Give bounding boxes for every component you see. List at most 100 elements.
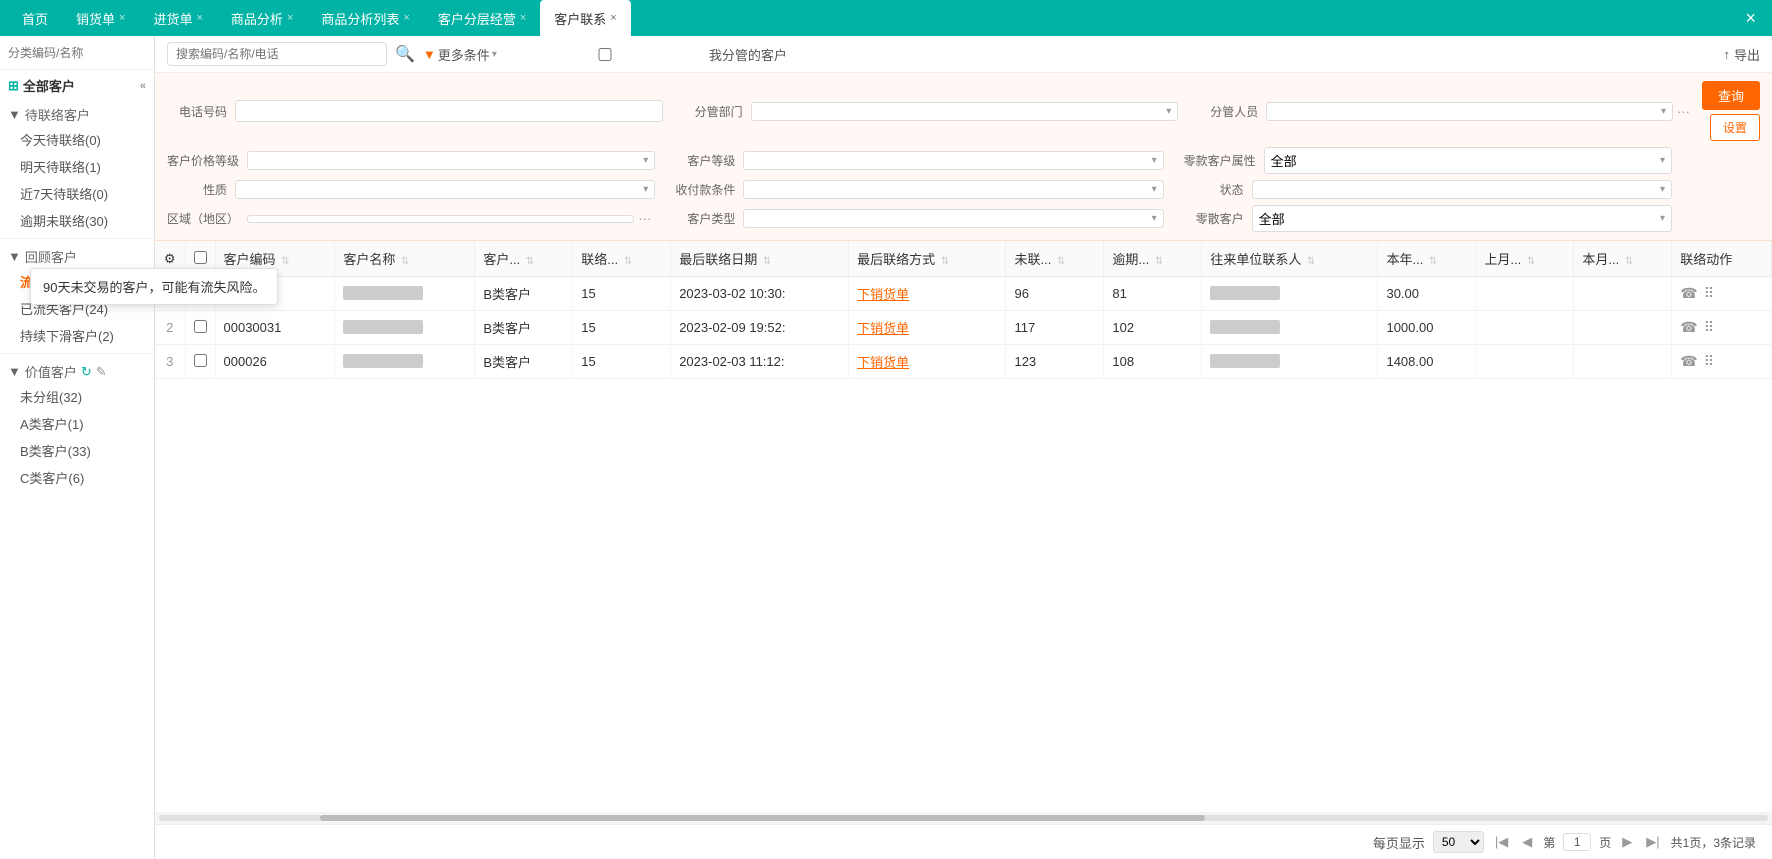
sidebar-item-tomorrow[interactable]: 明天待联络(1) — [0, 153, 154, 180]
sort-this-year-icon[interactable]: ⇅ — [1429, 256, 1437, 267]
row-checkbox-input-1[interactable] — [194, 320, 207, 333]
customer-type-select[interactable]: ▾ — [743, 209, 1163, 228]
sidebar-item-a-class[interactable]: A类客户(1) — [0, 410, 154, 437]
more-conditions-button[interactable]: ▼ 更多条件 ▾ — [423, 45, 497, 64]
sort-code-icon[interactable]: ⇅ — [281, 256, 289, 267]
zero-customer-select[interactable]: 全部 ▾ — [1252, 205, 1672, 232]
query-button[interactable]: 查询 — [1702, 81, 1760, 110]
person-chevron-icon: ▾ — [1661, 106, 1666, 117]
sidebar-item-overdue[interactable]: 逾期未联络(30) — [0, 207, 154, 234]
nav-item-home[interactable]: 首页 — [8, 0, 62, 36]
nav-item-customer-contact[interactable]: 客户联系 × — [540, 0, 630, 36]
action-contact-icon-1[interactable]: ☎ — [1680, 319, 1697, 336]
nav-item-purchase[interactable]: 进货单 × — [139, 0, 216, 36]
close-customer-contact-tab[interactable]: × — [610, 12, 616, 24]
sidebar-search-input[interactable] — [8, 46, 155, 60]
first-page-button[interactable]: |◀ — [1492, 834, 1511, 850]
action-more-icon-0[interactable]: ⠿ — [1704, 285, 1714, 302]
sidebar-item-c-class[interactable]: C类客户(6) — [0, 464, 154, 491]
row-way-2[interactable]: 下销货单 — [849, 345, 1006, 379]
action-contact-icon-0[interactable]: ☎ — [1680, 285, 1697, 302]
row-checkbox-2[interactable] — [185, 345, 215, 379]
row-name-0 — [335, 277, 475, 311]
current-page-input[interactable]: 1 — [1563, 833, 1591, 851]
sidebar: 🔍 ⊞ 全部客户 « ▼ 待联络客户 今天待联络(0) 明天待联络(1) 近7天… — [0, 36, 155, 859]
nav-item-analysis[interactable]: 商品分析 × — [217, 0, 307, 36]
nav-item-customer-segment[interactable]: 客户分层经营 × — [424, 0, 540, 36]
nature-chevron-icon: ▾ — [643, 184, 648, 195]
sort-not-contact-icon[interactable]: ⇅ — [1057, 256, 1065, 267]
nature-select[interactable]: ▾ — [235, 180, 655, 199]
edit-icon[interactable]: ✎ — [96, 364, 107, 380]
sort-contact-person-icon[interactable]: ⇅ — [1307, 256, 1315, 267]
close-window-button[interactable]: × — [1737, 8, 1764, 29]
sidebar-item-7days[interactable]: 近7天待联络(0) — [0, 180, 154, 207]
zero-attr-chevron-icon: ▾ — [1660, 155, 1665, 166]
action-contact-icon-2[interactable]: ☎ — [1680, 353, 1697, 370]
my-customers-checkbox-input[interactable] — [505, 48, 705, 61]
customer-level-select[interactable]: ▾ — [743, 151, 1163, 170]
row-checkbox-input-2[interactable] — [194, 354, 207, 367]
sidebar-item-b-class[interactable]: B类客户(33) — [0, 437, 154, 464]
dept-select[interactable]: ▾ — [751, 102, 1179, 121]
sort-overdue-icon[interactable]: ⇅ — [1155, 256, 1163, 267]
person-more-dots[interactable]: ··· — [1673, 104, 1694, 119]
row-person-1 — [1202, 311, 1378, 345]
select-all-checkbox[interactable] — [194, 251, 207, 264]
value-customers-section[interactable]: ▼ 价值客户 ↻ ✎ — [0, 358, 154, 383]
close-analysis-tab[interactable]: × — [287, 12, 293, 24]
sidebar-item-declining[interactable]: 持续下滑客户(2) — [0, 322, 154, 349]
person-select[interactable]: ▾ — [1266, 102, 1673, 121]
sort-this-month-icon[interactable]: ⇅ — [1625, 256, 1633, 267]
sidebar-item-today[interactable]: 今天待联络(0) — [0, 126, 154, 153]
prev-page-button[interactable]: ◀ — [1519, 834, 1535, 850]
refresh-icon[interactable]: ↻ — [81, 364, 92, 380]
close-sales-tab[interactable]: × — [119, 12, 125, 24]
payment-chevron-icon: ▾ — [1152, 184, 1157, 195]
close-analysis-list-tab[interactable]: × — [403, 12, 409, 24]
row-checkbox-1[interactable] — [185, 311, 215, 345]
next-page-button[interactable]: ▶ — [1619, 834, 1635, 850]
settings-button[interactable]: 设置 — [1710, 114, 1760, 141]
sort-last-month-icon[interactable]: ⇅ — [1527, 256, 1535, 267]
sort-name-icon[interactable]: ⇅ — [401, 256, 409, 267]
zero-attr-select[interactable]: 全部 ▾ — [1264, 147, 1672, 174]
action-more-icon-1[interactable]: ⠿ — [1704, 319, 1714, 336]
nav-item-sales[interactable]: 销货单 × — [62, 0, 139, 36]
close-customer-segment-tab[interactable]: × — [520, 12, 526, 24]
zero-customer-label: 零散客户 — [1184, 210, 1244, 227]
price-level-select[interactable]: ▾ — [247, 151, 655, 170]
row-actions-2: ☎ ⠿ — [1672, 345, 1772, 379]
action-more-icon-2[interactable]: ⠿ — [1704, 353, 1714, 370]
pending-contact-section[interactable]: ▼ 待联络客户 — [0, 101, 154, 126]
review-customers-section[interactable]: ▼ 回顾客户 — [0, 243, 154, 268]
sort-type-icon[interactable]: ⇅ — [526, 256, 534, 267]
sort-contact-num-icon[interactable]: ⇅ — [624, 256, 632, 267]
payment-label: 收付款条件 — [675, 181, 735, 198]
zero-attr-label: 零款客户属性 — [1184, 152, 1256, 169]
last-page-button[interactable]: ▶| — [1643, 834, 1662, 850]
row-date-0: 2023-03-02 10:30: — [671, 277, 849, 311]
region-more-dots[interactable]: ··· — [634, 211, 655, 226]
all-customers-header[interactable]: ⊞ 全部客户 « — [0, 70, 154, 101]
search-button[interactable]: 🔍 — [395, 44, 415, 64]
page-size-select[interactable]: 50 100 200 — [1433, 831, 1484, 853]
row-way-1[interactable]: 下销货单 — [849, 311, 1006, 345]
price-level-chevron-icon: ▾ — [643, 155, 648, 166]
status-select[interactable]: ▾ — [1252, 180, 1672, 199]
nav-item-analysis-list[interactable]: 商品分析列表 × — [307, 0, 423, 36]
export-button[interactable]: ↑ 导出 — [1723, 45, 1760, 64]
my-customers-checkbox[interactable]: 我分管的客户 — [505, 45, 787, 64]
row-way-0[interactable]: 下销货单 — [849, 277, 1006, 311]
horizontal-scrollbar[interactable] — [155, 812, 1772, 824]
region-select[interactable] — [247, 215, 634, 223]
scrollbar-thumb[interactable] — [320, 815, 1205, 821]
sort-last-way-icon[interactable]: ⇅ — [941, 256, 949, 267]
sort-last-date-icon[interactable]: ⇅ — [763, 256, 771, 267]
phone-input[interactable] — [235, 100, 663, 122]
payment-select[interactable]: ▾ — [743, 180, 1163, 199]
search-input[interactable] — [167, 42, 387, 66]
scrollbar-track — [159, 815, 1768, 821]
close-purchase-tab[interactable]: × — [196, 12, 202, 24]
sidebar-item-ungroup[interactable]: 未分组(32) — [0, 383, 154, 410]
